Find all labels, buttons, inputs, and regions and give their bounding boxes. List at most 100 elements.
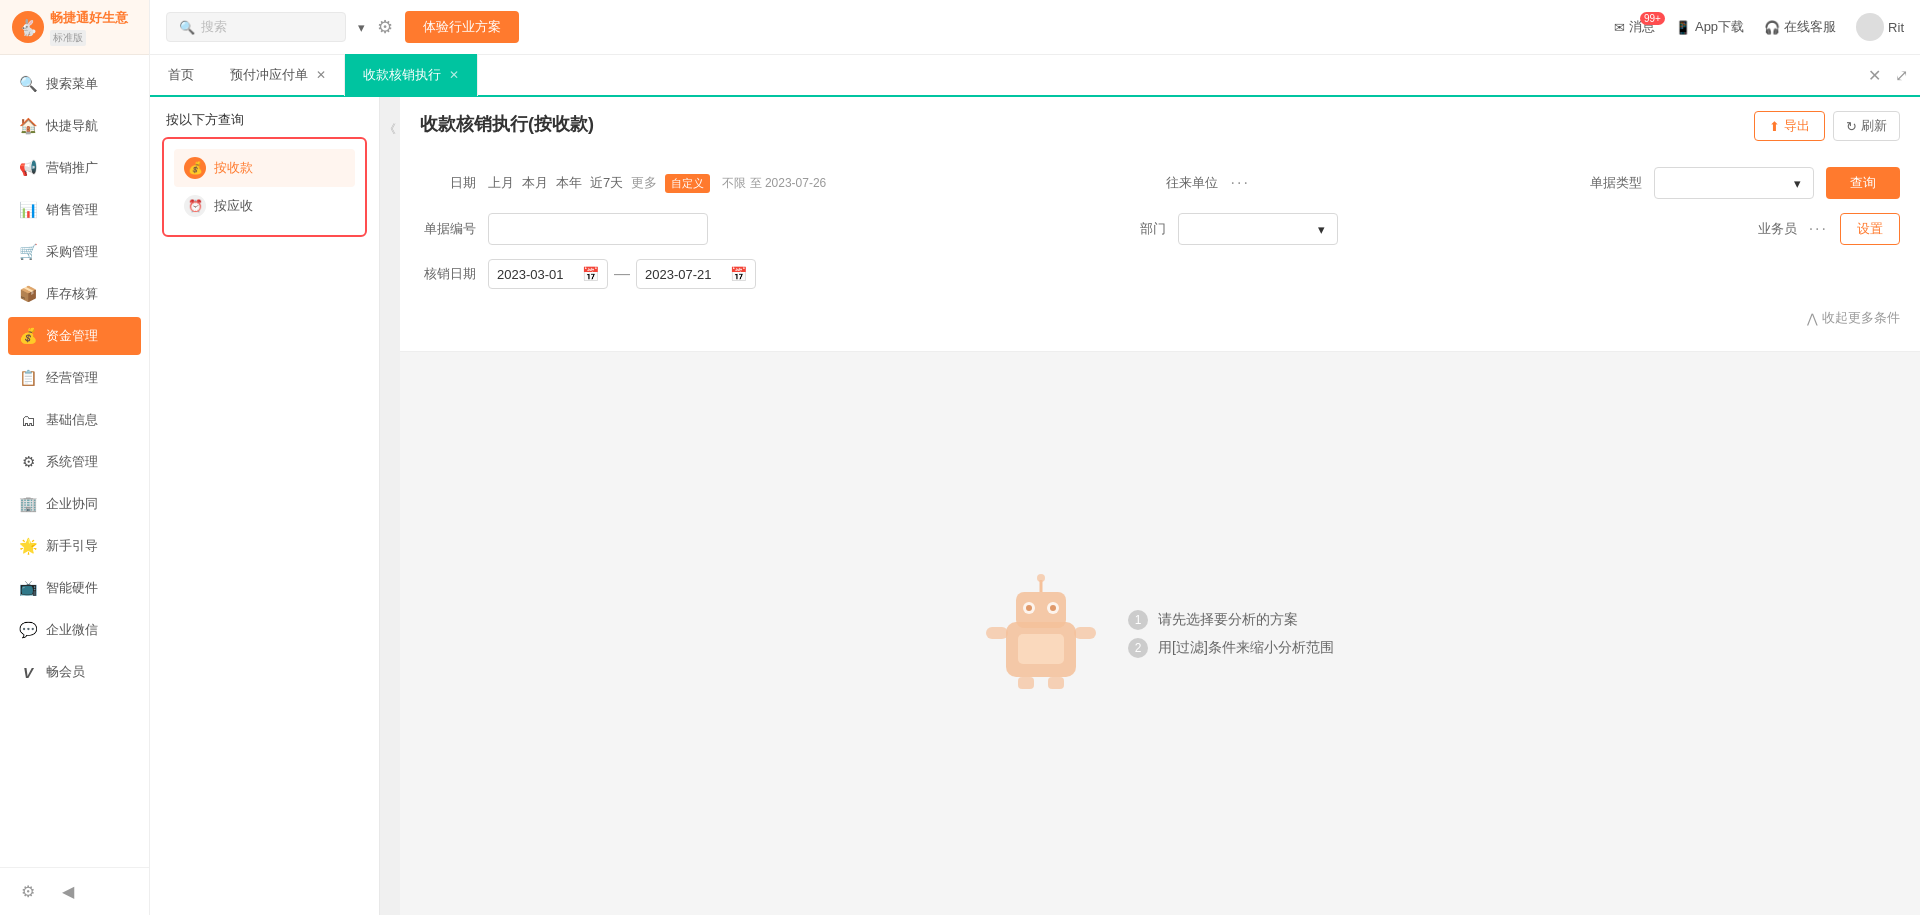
sidebar-item-label-inventory: 库存核算 — [46, 285, 98, 303]
topbar-search-box[interactable]: 🔍 搜索 — [166, 12, 346, 42]
sidebar-item-quick-nav[interactable]: 🏠 快捷导航 — [0, 105, 149, 147]
sidebar-item-marketing[interactable]: 📢 营销推广 — [0, 147, 149, 189]
user-avatar — [1856, 13, 1884, 41]
filter-item-by-receipt[interactable]: 💰 按收款 — [174, 149, 355, 187]
tab-prepay-close-icon[interactable]: ✕ — [316, 68, 326, 82]
date-custom-badge[interactable]: 自定义 — [665, 174, 710, 193]
export-btn[interactable]: ⬆ 导出 — [1754, 111, 1825, 141]
tab-home[interactable]: 首页 — [150, 54, 212, 96]
sidebar-item-label-enterprise: 企业协同 — [46, 495, 98, 513]
sidebar-item-search-menu[interactable]: 🔍 搜索菜单 — [0, 63, 149, 105]
svg-point-5 — [1050, 605, 1056, 611]
wechat-icon: 💬 — [18, 620, 38, 640]
refresh-btn[interactable]: ↻ 刷新 — [1833, 111, 1900, 141]
date-this-year[interactable]: 本年 — [556, 174, 582, 192]
tabbar-right: ✕ ⤢ — [1864, 62, 1920, 89]
sidebar-item-operation[interactable]: 📋 经营管理 — [0, 357, 149, 399]
search-menu-icon: 🔍 — [18, 74, 38, 94]
tab-receivable-close-icon[interactable]: ✕ — [449, 68, 459, 82]
step-2-text: 用[过滤]条件来缩小分析范围 — [1158, 639, 1334, 657]
partner-label: 往来单位 — [1162, 174, 1218, 192]
sidebar-item-basic-info[interactable]: 🗂 基础信息 — [0, 399, 149, 441]
filter-receivable-label: 按应收 — [214, 197, 253, 215]
query-btn[interactable]: 查询 — [1826, 167, 1900, 199]
order-type-select[interactable]: ▾ — [1654, 167, 1814, 199]
step-1-text: 请先选择要分析的方案 — [1158, 611, 1298, 629]
step-1-num: 1 — [1128, 610, 1148, 630]
robot-svg — [986, 572, 1096, 692]
search-area: 日期 上月 本月 本年 近7天 更多 自定义 不限 至 2023-07-26 往… — [400, 151, 1920, 352]
topbar-dropdown[interactable]: ▾ — [358, 20, 365, 35]
order-type-chevron-icon: ▾ — [1794, 176, 1801, 191]
settings-btn[interactable]: 设置 — [1840, 213, 1900, 245]
page-title: 收款核销执行(按收款) — [420, 112, 594, 136]
date-this-month[interactable]: 本月 — [522, 174, 548, 192]
filter-receipt-label: 按收款 — [214, 159, 253, 177]
verify-date-start-calendar-icon[interactable]: 📅 — [582, 266, 599, 282]
basic-info-icon: 🗂 — [18, 410, 38, 430]
online-service-btn[interactable]: 🎧 在线客服 — [1764, 18, 1836, 36]
user-avatar-area[interactable]: Rit — [1856, 13, 1904, 41]
sidebar-item-enterprise[interactable]: 🏢 企业协同 — [0, 483, 149, 525]
verify-date-end-input[interactable]: 2023-07-21 📅 — [636, 259, 756, 289]
order-no-input[interactable] — [488, 213, 708, 245]
sidebar-item-member[interactable]: V 畅会员 — [0, 651, 149, 693]
sidebar-item-hardware[interactable]: 📺 智能硬件 — [0, 567, 149, 609]
svg-point-7 — [1037, 574, 1045, 582]
staff-dots-btn[interactable]: ··· — [1809, 220, 1828, 238]
collapse-sidebar-icon[interactable]: ◀ — [56, 880, 80, 904]
svg-rect-8 — [986, 627, 1008, 639]
search-row-1: 日期 上月 本月 本年 近7天 更多 自定义 不限 至 2023-07-26 往… — [420, 167, 1900, 199]
tab-prepay[interactable]: 预付冲应付单 ✕ — [212, 54, 345, 96]
verify-date-label: 核销日期 — [420, 265, 476, 283]
close-tab-icon[interactable]: ✕ — [1864, 62, 1885, 89]
sidebar-item-system[interactable]: ⚙ 系统管理 — [0, 441, 149, 483]
collapse-more-btn[interactable]: ⋀ 收起更多条件 — [420, 303, 1900, 335]
date-last-month[interactable]: 上月 — [488, 174, 514, 192]
message-btn[interactable]: ✉ 消息 99+ — [1614, 18, 1655, 36]
sidebar: 🐇 畅捷通好生意 标准版 🔍 搜索菜单 🏠 快捷导航 📢 营销推广 📊 销售管理… — [0, 0, 150, 915]
export-label: 导出 — [1784, 117, 1810, 135]
sidebar-item-label-guide: 新手引导 — [46, 537, 98, 555]
settings-icon[interactable]: ⚙ — [16, 880, 40, 904]
maximize-tab-icon[interactable]: ⤢ — [1891, 62, 1912, 89]
industry-btn[interactable]: 体验行业方案 — [405, 11, 519, 43]
sidebar-item-label-sales: 销售管理 — [46, 201, 98, 219]
sidebar-item-inventory[interactable]: 📦 库存核算 — [0, 273, 149, 315]
sidebar-item-finance[interactable]: 💰 资金管理 — [8, 317, 141, 355]
panel-collapse-btn[interactable]: 《 — [380, 97, 400, 915]
empty-illustration — [986, 572, 1096, 696]
empty-step-1: 1 请先选择要分析的方案 — [1128, 610, 1298, 630]
sales-icon: 📊 — [18, 200, 38, 220]
date-label: 日期 — [420, 174, 476, 192]
verify-date-group: 2023-03-01 📅 — 2023-07-21 📅 — [488, 259, 756, 289]
verify-date-start-input[interactable]: 2023-03-01 📅 — [488, 259, 608, 289]
hardware-icon: 📺 — [18, 578, 38, 598]
user-name: Rit — [1888, 20, 1904, 35]
svg-rect-9 — [1074, 627, 1096, 639]
tab-receivable[interactable]: 收款核销执行 ✕ — [345, 54, 478, 96]
collapse-more-label: 收起更多条件 — [1822, 309, 1900, 327]
topbar: 🔍 搜索 ▾ ⚙ 体验行业方案 ✉ 消息 99+ 📱 App下载 🎧 在线客服 — [150, 0, 1920, 55]
partner-dots-btn[interactable]: ··· — [1230, 174, 1249, 192]
tab-prepay-label: 预付冲应付单 — [230, 66, 308, 84]
filter-item-by-receivable[interactable]: ⏰ 按应收 — [174, 187, 355, 225]
filter-box: 💰 按收款 ⏰ 按应收 — [162, 137, 367, 237]
app-download-btn[interactable]: 📱 App下载 — [1675, 18, 1744, 36]
date-more[interactable]: 更多 — [631, 174, 657, 192]
purchase-icon: 🛒 — [18, 242, 38, 262]
sidebar-item-purchase[interactable]: 🛒 采购管理 — [0, 231, 149, 273]
sidebar-item-guide[interactable]: 🌟 新手引导 — [0, 525, 149, 567]
svg-rect-11 — [1018, 677, 1034, 689]
service-icon: 🎧 — [1764, 20, 1780, 35]
sidebar-item-sales[interactable]: 📊 销售管理 — [0, 189, 149, 231]
topbar-gear-icon[interactable]: ⚙ — [377, 16, 393, 38]
verify-date-end-calendar-icon[interactable]: 📅 — [730, 266, 747, 282]
logo-name: 畅捷通好生意 — [50, 9, 128, 27]
sidebar-item-wechat[interactable]: 💬 企业微信 — [0, 609, 149, 651]
step-2-num: 2 — [1128, 638, 1148, 658]
date-no-limit-text: 不限 至 2023-07-26 — [722, 175, 826, 192]
dept-select[interactable]: ▾ — [1178, 213, 1338, 245]
date-7days[interactable]: 近7天 — [590, 174, 623, 192]
topbar-search-placeholder: 搜索 — [201, 18, 227, 36]
